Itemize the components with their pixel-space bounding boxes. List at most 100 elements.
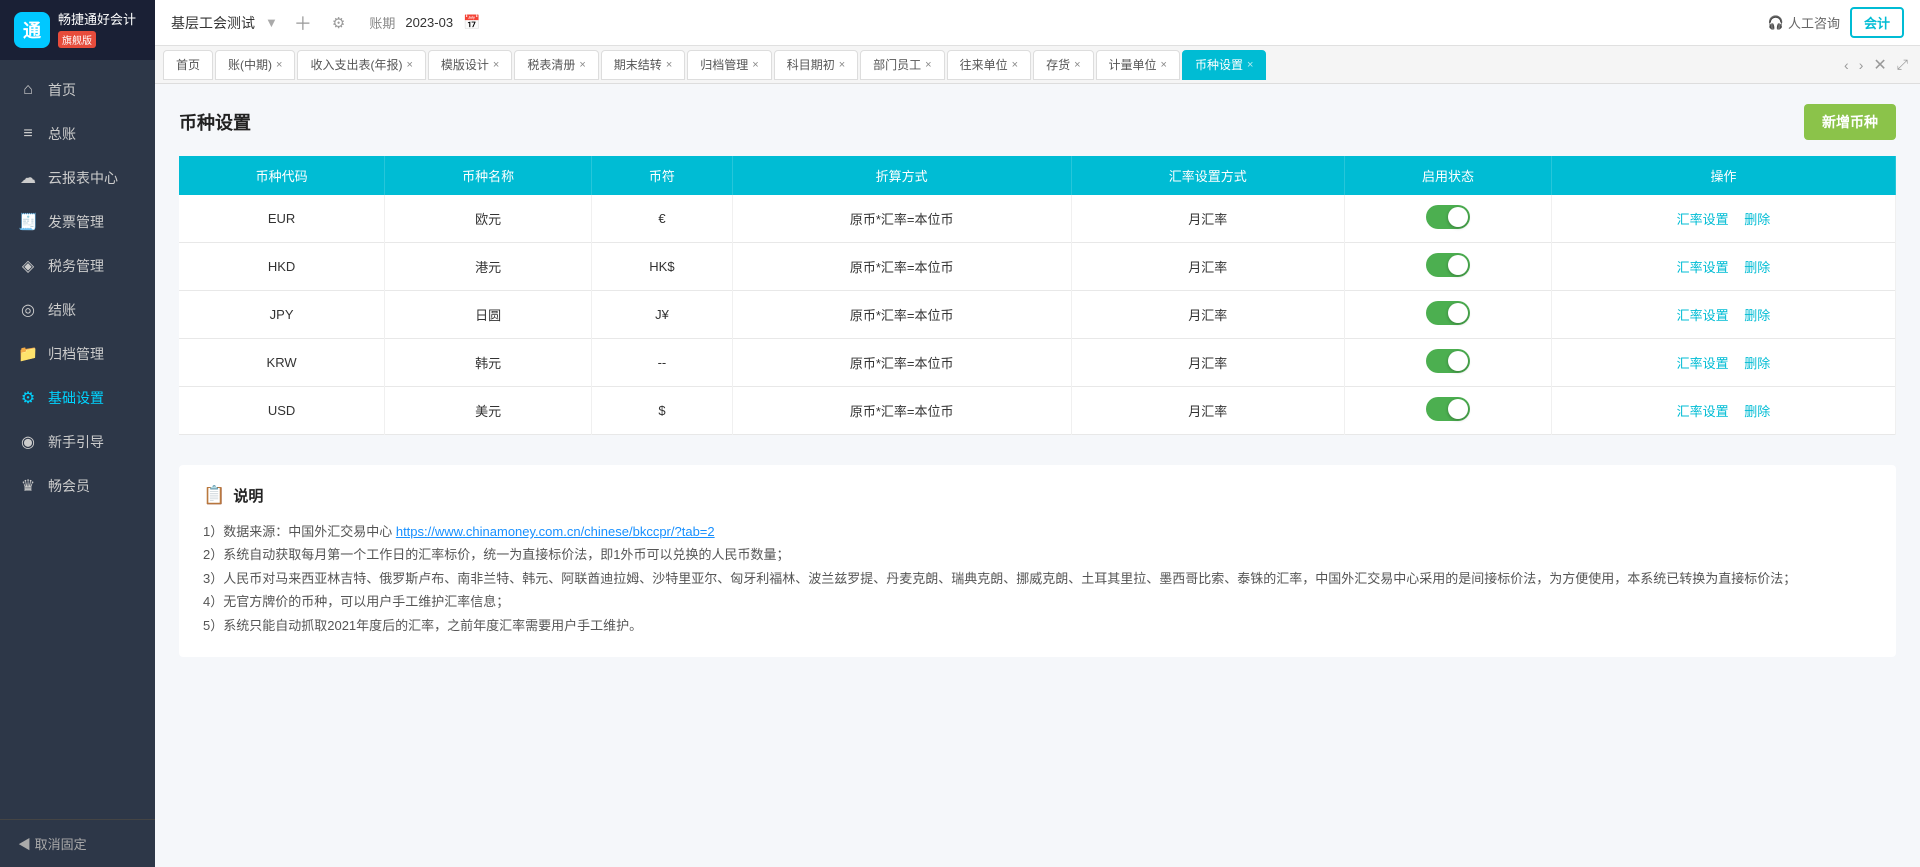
sidebar-item-label: 畅会员 — [48, 476, 90, 496]
logo-icon: 通 — [14, 12, 50, 48]
logo-area: 通 畅捷通好会计 旗舰版 — [0, 0, 155, 60]
ledger-icon: ≡ — [18, 125, 38, 143]
sidebar-item-label: 首页 — [48, 80, 76, 100]
tab-close-icon[interactable]: × — [925, 59, 931, 71]
calendar-icon[interactable]: 📅 — [463, 14, 480, 31]
config-icon[interactable]: ⚙ — [328, 14, 349, 32]
tab-income-report[interactable]: 收入支出表(年报) × — [297, 50, 425, 80]
delete-link[interactable]: 删除 — [1744, 260, 1770, 275]
tab-inventory[interactable]: 存货 × — [1033, 50, 1093, 80]
delete-link[interactable]: 删除 — [1744, 404, 1770, 419]
col-symbol: 币符 — [592, 156, 733, 195]
tab-account-period[interactable]: 账(中期) × — [215, 50, 295, 80]
sidebar-item-guide[interactable]: ◉ 新手引导 — [0, 420, 155, 464]
cell-status — [1344, 243, 1551, 291]
tab-department[interactable]: 部门员工 × — [860, 50, 944, 80]
col-action: 操作 — [1551, 156, 1895, 195]
sidebar-item-archive[interactable]: 📁 归档管理 — [0, 332, 155, 376]
tab-next-button[interactable]: › — [1855, 57, 1868, 73]
toggle-enabled[interactable] — [1426, 253, 1470, 277]
tab-close-icon[interactable]: × — [666, 59, 672, 71]
tab-close-icon[interactable]: × — [1247, 59, 1253, 71]
delete-link[interactable]: 删除 — [1744, 356, 1770, 371]
tab-subject-initial[interactable]: 科目期初 × — [774, 50, 858, 80]
sidebar-item-label: 基础设置 — [48, 388, 104, 408]
cell-name: 美元 — [385, 387, 592, 435]
rate-setting-link[interactable]: 汇率设置 — [1677, 212, 1729, 227]
sidebar-item-home[interactable]: ⌂ 首页 — [0, 68, 155, 112]
support-button[interactable]: 🎧 人工咨询 — [1768, 13, 1840, 32]
tab-close-icon[interactable]: × — [579, 59, 585, 71]
cell-symbol: -- — [592, 339, 733, 387]
tax-icon: ◈ — [18, 256, 38, 276]
tab-close-icon[interactable]: × — [1161, 59, 1167, 71]
tab-close-all-button[interactable]: ✕ — [1869, 55, 1890, 75]
tab-tax[interactable]: 税表清册 × — [514, 50, 598, 80]
sidebar-item-member[interactable]: ♛ 畅会员 — [0, 464, 155, 508]
toggle-enabled[interactable] — [1426, 301, 1470, 325]
tab-close-icon[interactable]: × — [1074, 59, 1080, 71]
notice-link[interactable]: https://www.chinamoney.com.cn/chinese/bk… — [396, 524, 715, 539]
tab-label: 模版设计 — [441, 56, 489, 73]
toggle-enabled[interactable] — [1426, 397, 1470, 421]
sidebar-item-invoice[interactable]: 🧾 发票管理 — [0, 200, 155, 244]
tab-template[interactable]: 模版设计 × — [428, 50, 512, 80]
page-title-row: 币种设置 新增币种 — [179, 104, 1896, 140]
sidebar-item-label: 新手引导 — [48, 432, 104, 452]
tab-contacts[interactable]: 往来单位 × — [947, 50, 1031, 80]
delete-link[interactable]: 删除 — [1744, 212, 1770, 227]
sidebar-item-label: 税务管理 — [48, 256, 104, 276]
rate-setting-link[interactable]: 汇率设置 — [1677, 404, 1729, 419]
new-currency-button[interactable]: 新增币种 — [1804, 104, 1896, 140]
tab-close-icon[interactable]: × — [276, 59, 282, 71]
col-name: 币种名称 — [385, 156, 592, 195]
tab-prev-button[interactable]: ‹ — [1840, 57, 1853, 73]
cell-conversion: 原币*汇率=本位币 — [732, 243, 1071, 291]
headset-icon: 🎧 — [1768, 15, 1784, 31]
member-icon: ♛ — [18, 476, 38, 496]
tab-expand-button[interactable]: ⤢ — [1893, 56, 1912, 73]
tab-archive[interactable]: 归档管理 × — [687, 50, 771, 80]
tab-period-transfer[interactable]: 期末结转 × — [601, 50, 685, 80]
sidebar-item-settings[interactable]: ⚙ 基础设置 — [0, 376, 155, 420]
sidebar-item-tax[interactable]: ◈ 税务管理 — [0, 244, 155, 288]
tab-home[interactable]: 首页 — [163, 50, 213, 80]
notice-list: 1）数据来源：中国外汇交易中心 https://www.chinamoney.c… — [203, 520, 1872, 637]
toggle-enabled[interactable] — [1426, 349, 1470, 373]
cell-code: JPY — [179, 291, 385, 339]
app-name: 畅捷通好会计 — [58, 12, 136, 29]
cell-conversion: 原币*汇率=本位币 — [732, 291, 1071, 339]
page-content: 币种设置 新增币种 币种代码 币种名称 币符 折算方式 汇率设置方式 启用状态 … — [155, 84, 1920, 867]
toggle-knob — [1448, 399, 1468, 419]
rate-setting-link[interactable]: 汇率设置 — [1677, 260, 1729, 275]
toggle-enabled[interactable] — [1426, 205, 1470, 229]
cell-action: 汇率设置 删除 — [1551, 195, 1895, 243]
tab-close-icon[interactable]: × — [1012, 59, 1018, 71]
add-tab-button[interactable]: ＋ — [288, 10, 318, 36]
sidebar-pin-toggle[interactable]: ◀ 取消固定 — [0, 819, 155, 867]
delete-link[interactable]: 删除 — [1744, 308, 1770, 323]
rate-setting-link[interactable]: 汇率设置 — [1677, 308, 1729, 323]
tab-close-icon[interactable]: × — [752, 59, 758, 71]
notice-text: 4）无官方牌价的币种，可以用户手工维护汇率信息； — [203, 594, 509, 609]
sidebar-item-checkout[interactable]: ◎ 结账 — [0, 288, 155, 332]
tab-label: 存货 — [1046, 56, 1070, 73]
tab-close-icon[interactable]: × — [839, 59, 845, 71]
cell-name: 日圆 — [385, 291, 592, 339]
sidebar-item-label: 归档管理 — [48, 344, 104, 364]
tab-unit[interactable]: 计量单位 × — [1096, 50, 1180, 80]
notice-title-text: 说明 — [233, 485, 263, 506]
rate-setting-link[interactable]: 汇率设置 — [1677, 356, 1729, 371]
tab-label: 币种设置 — [1195, 56, 1243, 73]
checkout-icon: ◎ — [18, 300, 38, 320]
tab-close-icon[interactable]: × — [493, 59, 499, 71]
tab-currency[interactable]: 币种设置 × — [1182, 50, 1266, 80]
sidebar-item-reports[interactable]: ☁ 云报表中心 — [0, 156, 155, 200]
tab-close-icon[interactable]: × — [406, 59, 412, 71]
sidebar-item-ledger[interactable]: ≡ 总账 — [0, 112, 155, 156]
notice-item: 2）系统自动获取每月第一个工作日的汇率标价，统一为直接标价法，即1外币可以兑换的… — [203, 543, 1872, 566]
cell-name: 欧元 — [385, 195, 592, 243]
table-row: JPY 日圆 J¥ 原币*汇率=本位币 月汇率 汇率设置 删除 — [179, 291, 1896, 339]
dropdown-icon[interactable]: ▼ — [265, 15, 278, 30]
account-button[interactable]: 会计 — [1850, 7, 1904, 38]
